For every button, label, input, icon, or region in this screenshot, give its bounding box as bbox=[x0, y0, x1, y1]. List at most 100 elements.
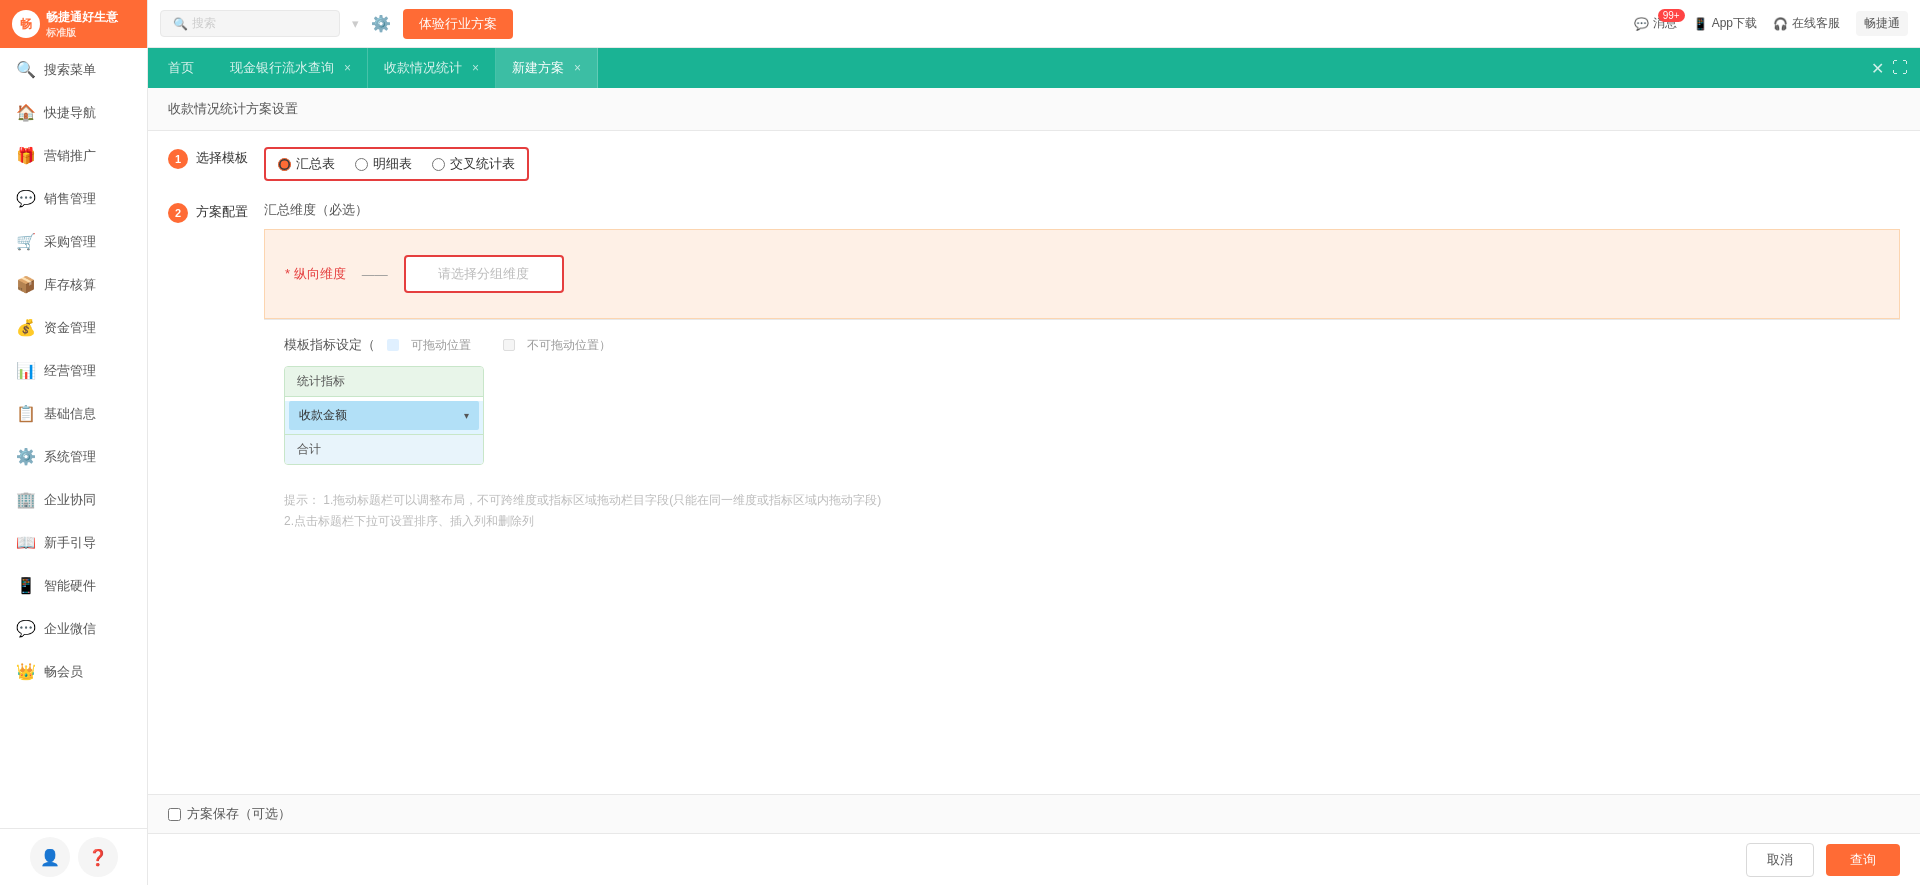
sidebar-item-label: 销售管理 bbox=[44, 190, 96, 208]
dimension-placeholder[interactable]: 请选择分组维度 bbox=[404, 255, 564, 293]
main-area: 🔍 搜索 ▾ ⚙️ 体验行业方案 💬 消息 99+ 📱 App下载 🎧 在线客服… bbox=[148, 0, 1920, 885]
settings-icon[interactable]: ⚙️ bbox=[371, 14, 391, 33]
tab-new-plan-close[interactable]: × bbox=[574, 61, 581, 75]
radio-summary-input[interactable] bbox=[278, 158, 291, 171]
sidebar-nav: 🔍 搜索菜单 🏠 快捷导航 🎁 营销推广 💬 销售管理 🛒 采购管理 📦 库存核… bbox=[0, 48, 147, 828]
phone-icon: 📱 bbox=[16, 576, 36, 595]
section1-num: 1 bbox=[168, 149, 188, 169]
sidebar-item-basic-info[interactable]: 📋 基础信息 bbox=[0, 392, 147, 435]
topbar-divider: ▾ bbox=[352, 16, 359, 31]
tab-close-window-btn[interactable]: ✕ bbox=[1871, 59, 1884, 78]
gear-icon: ⚙️ bbox=[16, 447, 36, 466]
building-icon: 🏢 bbox=[16, 490, 36, 509]
indicator-grid-total: 合计 bbox=[285, 435, 483, 464]
page-content: 收款情况统计方案设置 1 选择模板 汇总表 明细表 bbox=[148, 88, 1920, 833]
indicator-label-row: 模板指标设定（ 可拖动位置 不可拖动位置） bbox=[284, 336, 1880, 354]
message-badge: 99+ bbox=[1658, 9, 1685, 22]
trial-btn[interactable]: 体验行业方案 bbox=[403, 9, 513, 39]
download-label: App下载 bbox=[1712, 15, 1757, 32]
dimension-label-text: 汇总维度（必选） bbox=[264, 202, 368, 217]
search-icon: 🔍 bbox=[173, 17, 188, 31]
tab-collection-stat-close[interactable]: × bbox=[472, 61, 479, 75]
radio-summary[interactable]: 汇总表 bbox=[278, 155, 335, 173]
cancel-button[interactable]: 取消 bbox=[1746, 843, 1814, 877]
logo-text-block: 畅捷通好生意 标准版 bbox=[46, 9, 118, 40]
sidebar-item-sales[interactable]: 💬 销售管理 bbox=[0, 177, 147, 220]
gift-icon: 🎁 bbox=[16, 146, 36, 165]
topbar-right: 💬 消息 99+ 📱 App下载 🎧 在线客服 畅捷通 bbox=[1634, 11, 1908, 36]
tab-collection-stat[interactable]: 收款情况统计 × bbox=[368, 48, 496, 88]
topbar-search-box[interactable]: 🔍 搜索 bbox=[160, 10, 340, 37]
indicator-cell-dropdown[interactable]: ▾ bbox=[464, 410, 469, 421]
dimension-placeholder-text: 请选择分组维度 bbox=[438, 266, 529, 281]
user-info[interactable]: 畅捷通 bbox=[1856, 11, 1908, 36]
section1-row: 1 选择模板 汇总表 明细表 交叉统计表 bbox=[168, 147, 1900, 181]
logo-title: 畅捷通好生意 bbox=[46, 9, 118, 26]
money-icon: 💰 bbox=[16, 318, 36, 337]
crown-icon: 👑 bbox=[16, 662, 36, 681]
radio-cross-input[interactable] bbox=[432, 158, 445, 171]
service-item[interactable]: 🎧 在线客服 bbox=[1773, 15, 1840, 32]
radio-detail[interactable]: 明细表 bbox=[355, 155, 412, 173]
section2-row: 2 方案配置 汇总维度（必选） * 纵向维度 —— bbox=[168, 201, 1900, 550]
search-menu-icon: 🔍 bbox=[16, 60, 36, 79]
sidebar-item-guide[interactable]: 📖 新手引导 bbox=[0, 521, 147, 564]
radio-detail-input[interactable] bbox=[355, 158, 368, 171]
sidebar-item-inventory[interactable]: 📦 库存核算 bbox=[0, 263, 147, 306]
logo-icon: 畅 bbox=[12, 10, 40, 38]
sidebar-item-smart-hw[interactable]: 📱 智能硬件 bbox=[0, 564, 147, 607]
dimension-arrow: —— bbox=[362, 267, 388, 282]
message-item[interactable]: 💬 消息 99+ bbox=[1634, 15, 1677, 32]
indicator-cell-inner[interactable]: 收款金额 ▾ bbox=[289, 401, 479, 430]
sidebar-item-label: 库存核算 bbox=[44, 276, 96, 294]
service-icon: 🎧 bbox=[1773, 17, 1788, 31]
save-option-label: 方案保存（可选） bbox=[187, 805, 291, 823]
dimension-field-label: * 纵向维度 bbox=[285, 265, 346, 283]
indicator-section: 模板指标设定（ 可拖动位置 不可拖动位置） 统计指标 bbox=[264, 319, 1900, 484]
sidebar-item-wechat[interactable]: 💬 企业微信 bbox=[0, 607, 147, 650]
sidebar-item-marketing[interactable]: 🎁 营销推广 bbox=[0, 134, 147, 177]
wechat-icon: 💬 bbox=[16, 619, 36, 638]
tab-home[interactable]: 首页 bbox=[148, 48, 214, 88]
bottom-bar: 取消 查询 bbox=[148, 833, 1920, 885]
tab-new-plan[interactable]: 新建方案 × bbox=[496, 48, 598, 88]
tab-cash-bank-close[interactable]: × bbox=[344, 61, 351, 75]
tab-cash-bank[interactable]: 现金银行流水查询 × bbox=[214, 48, 368, 88]
section2-num: 2 bbox=[168, 203, 188, 223]
sidebar-item-label: 基础信息 bbox=[44, 405, 96, 423]
chat-icon: 💬 bbox=[16, 189, 36, 208]
tabs-right: ✕ ⛶ bbox=[1859, 48, 1920, 88]
save-option-checkbox[interactable] bbox=[168, 808, 181, 821]
download-item[interactable]: 📱 App下载 bbox=[1693, 15, 1757, 32]
section1-label: 选择模板 bbox=[196, 149, 248, 167]
sidebar-item-label: 资金管理 bbox=[44, 319, 96, 337]
radio-detail-label: 明细表 bbox=[373, 155, 412, 173]
logo-version: 标准版 bbox=[46, 26, 118, 40]
sidebar-item-finance[interactable]: 💰 资金管理 bbox=[0, 306, 147, 349]
sidebar-item-label: 新手引导 bbox=[44, 534, 96, 552]
user-name: 畅捷通 bbox=[1864, 16, 1900, 30]
query-button[interactable]: 查询 bbox=[1826, 844, 1900, 876]
user-avatar-btn[interactable]: 👤 bbox=[30, 837, 70, 877]
topbar: 🔍 搜索 ▾ ⚙️ 体验行业方案 💬 消息 99+ 📱 App下载 🎧 在线客服… bbox=[148, 0, 1920, 48]
content-area: 收款情况统计方案设置 1 选择模板 汇总表 明细表 bbox=[148, 88, 1920, 833]
sidebar-item-purchase[interactable]: 🛒 采购管理 bbox=[0, 220, 147, 263]
sidebar-item-operation[interactable]: 📊 经营管理 bbox=[0, 349, 147, 392]
sidebar-item-search-menu[interactable]: 🔍 搜索菜单 bbox=[0, 48, 147, 91]
clipboard-icon: 📋 bbox=[16, 404, 36, 423]
dimension-label: 汇总维度（必选） bbox=[264, 201, 1900, 219]
indicator-cell-label: 收款金额 bbox=[299, 407, 347, 424]
sidebar-item-sys-manage[interactable]: ⚙️ 系统管理 bbox=[0, 435, 147, 478]
help-btn[interactable]: ❓ bbox=[78, 837, 118, 877]
sidebar-bottom: 👤 ❓ bbox=[0, 828, 147, 885]
indicator-grid-header: 统计指标 bbox=[285, 367, 483, 397]
tab-home-label: 首页 bbox=[168, 59, 194, 77]
sidebar: 畅 畅捷通好生意 标准版 🔍 搜索菜单 🏠 快捷导航 🎁 营销推广 💬 销售管理… bbox=[0, 0, 148, 885]
sidebar-item-member[interactable]: 👑 畅会员 bbox=[0, 650, 147, 693]
tip-line-1: 提示： 1.拖动标题栏可以调整布局，不可跨维度或指标区域拖动栏目字段(只能在同一… bbox=[284, 492, 1880, 509]
sidebar-item-enterprise[interactable]: 🏢 企业协同 bbox=[0, 478, 147, 521]
sidebar-item-label: 畅会员 bbox=[44, 663, 83, 681]
sidebar-item-quick-nav[interactable]: 🏠 快捷导航 bbox=[0, 91, 147, 134]
tab-maximize-btn[interactable]: ⛶ bbox=[1892, 59, 1908, 77]
radio-cross[interactable]: 交叉统计表 bbox=[432, 155, 515, 173]
